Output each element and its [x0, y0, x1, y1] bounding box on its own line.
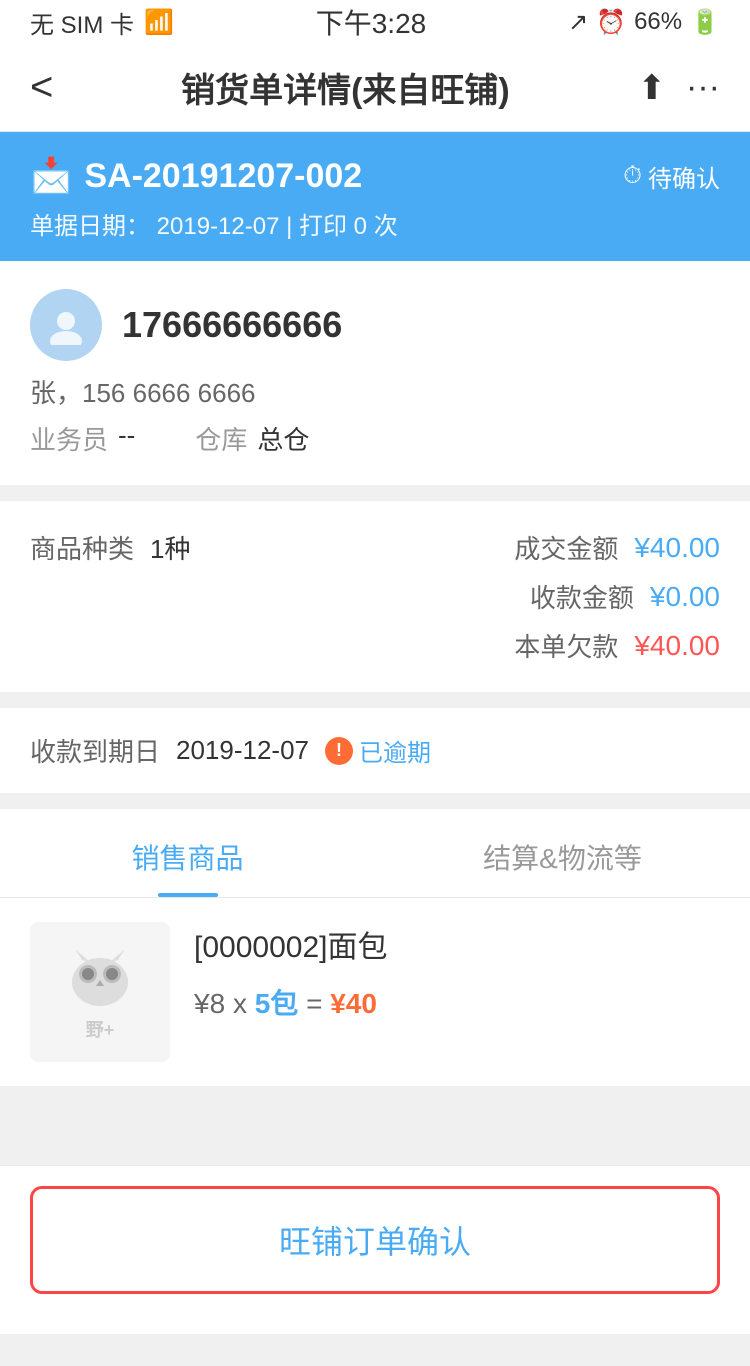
- product-thumbnail: 野+: [30, 922, 170, 1062]
- salesperson-label: 业务员: [30, 420, 108, 457]
- alarm-icon: ⏰: [596, 8, 626, 37]
- nav-right-actions: ⬆ ···: [638, 68, 720, 108]
- order-date-row: 单据日期： 2019-12-07 | 打印 0 次: [30, 206, 720, 241]
- location-icon: ↗: [568, 8, 588, 37]
- summary-right: 成交金额 ¥40.00 收款金额 ¥0.00 本单欠款 ¥40.00: [514, 529, 720, 664]
- product-name: [0000002]面包: [194, 922, 720, 966]
- battery-icon: 🔋: [690, 8, 720, 37]
- date-label: 单据日期：: [30, 213, 150, 240]
- price-value: ¥8: [194, 988, 225, 1019]
- owed-amount-row: 本单欠款 ¥40.00: [514, 627, 720, 664]
- date-value: 2019-12-07: [157, 213, 280, 240]
- overdue-badge: ! 已逾期: [325, 733, 431, 768]
- due-date-value: 2019-12-07: [176, 735, 309, 766]
- warehouse-value: 总仓: [257, 420, 309, 457]
- deal-amount-label: 成交金额: [514, 529, 618, 566]
- share-icon[interactable]: ⬆: [638, 68, 667, 108]
- customer-name-info: 张，156 6666 6666: [30, 373, 720, 410]
- owed-amount-label: 本单欠款: [514, 627, 618, 664]
- order-status: ⏱ 待确认: [623, 159, 720, 194]
- tab-active-indicator: [158, 893, 218, 897]
- product-item: 野+ [0000002]面包 ¥8 x 5包 = ¥40: [30, 922, 720, 1062]
- tab-sales-products[interactable]: 销售商品: [0, 809, 375, 897]
- warehouse-label: 仓库: [195, 420, 247, 457]
- order-id-text: SA-20191207-002: [84, 157, 362, 196]
- order-type-icon: 📩: [30, 156, 72, 196]
- carrier-text: 无 SIM 卡: [30, 5, 134, 40]
- owed-amount-value: ¥40.00: [634, 630, 720, 662]
- order-header: 📩 SA-20191207-002 ⏱ 待确认 单据日期： 2019-12-07…: [0, 132, 750, 261]
- status-bar-left: 无 SIM 卡 📶: [30, 5, 174, 40]
- salesperson-value: --: [118, 420, 135, 457]
- deal-amount-value: ¥40.00: [634, 532, 720, 564]
- product-tabs: 销售商品 结算&物流等: [0, 809, 750, 898]
- confirm-order-button[interactable]: 旺铺订单确认: [30, 1186, 720, 1294]
- page-title: 销货单详情(来自旺铺): [181, 63, 510, 112]
- order-id-row: 📩 SA-20191207-002 ⏱ 待确认: [30, 156, 720, 196]
- wifi-icon: 📶: [144, 8, 174, 37]
- more-icon[interactable]: ···: [686, 68, 720, 107]
- paid-amount-value: ¥0.00: [650, 581, 720, 613]
- tab-settlement-logistics[interactable]: 结算&物流等: [375, 809, 750, 897]
- products-section: 野+ [0000002]面包 ¥8 x 5包 = ¥40: [0, 898, 750, 1086]
- status-text: 待确认: [648, 159, 720, 194]
- product-price: ¥8 x 5包 = ¥40: [194, 982, 720, 1022]
- paid-amount-label: 收款金额: [530, 578, 634, 615]
- summary-left: 商品种类 1种: [30, 529, 190, 566]
- qty-value: 5包: [255, 988, 299, 1019]
- warehouse-meta: 仓库 总仓: [195, 420, 309, 457]
- customer-header-row: 17666666666: [30, 289, 720, 361]
- product-types-row: 商品种类 1种: [30, 529, 190, 566]
- overdue-text: 已逾期: [359, 733, 431, 768]
- nav-bar: < 销货单详情(来自旺铺) ⬆ ···: [0, 44, 750, 132]
- back-button[interactable]: <: [30, 65, 53, 110]
- status-clock-icon: ⏱: [623, 162, 642, 190]
- equals-sign: =: [306, 988, 330, 1019]
- overdue-alert-icon: !: [325, 737, 353, 765]
- due-date-section: 收款到期日 2019-12-07 ! 已逾期: [0, 708, 750, 809]
- product-types-label: 商品种类: [30, 529, 134, 566]
- status-bar: 无 SIM 卡 📶 下午3:28 ↗ ⏰ 66% 🔋: [0, 0, 750, 44]
- bottom-action-bar: 旺铺订单确认: [0, 1165, 750, 1334]
- deal-amount-row: 成交金额 ¥40.00: [514, 529, 720, 566]
- salesperson-meta: 业务员 --: [30, 420, 135, 457]
- customer-phone: 17666666666: [122, 304, 342, 346]
- status-time: 下午3:28: [316, 2, 427, 42]
- order-id: 📩 SA-20191207-002: [30, 156, 362, 196]
- due-date-label: 收款到期日: [30, 732, 160, 769]
- summary-section: 商品种类 1种 成交金额 ¥40.00 收款金额 ¥0.00 本单欠款 ¥40.…: [0, 501, 750, 708]
- paid-amount-row: 收款金额 ¥0.00: [530, 578, 720, 615]
- multiply-sign: x: [233, 988, 255, 1019]
- customer-section: 17666666666 张，156 6666 6666 业务员 -- 仓库 总仓: [0, 261, 750, 501]
- customer-meta: 业务员 -- 仓库 总仓: [30, 420, 720, 457]
- customer-avatar: [30, 289, 102, 361]
- product-types-value: 1种: [150, 529, 190, 566]
- total-value: ¥40: [330, 988, 377, 1019]
- status-bar-right: ↗ ⏰ 66% 🔋: [568, 8, 720, 37]
- product-details: [0000002]面包 ¥8 x 5包 = ¥40: [194, 922, 720, 1022]
- battery-text: 66%: [634, 8, 682, 36]
- print-info: | 打印 0 次: [286, 213, 398, 240]
